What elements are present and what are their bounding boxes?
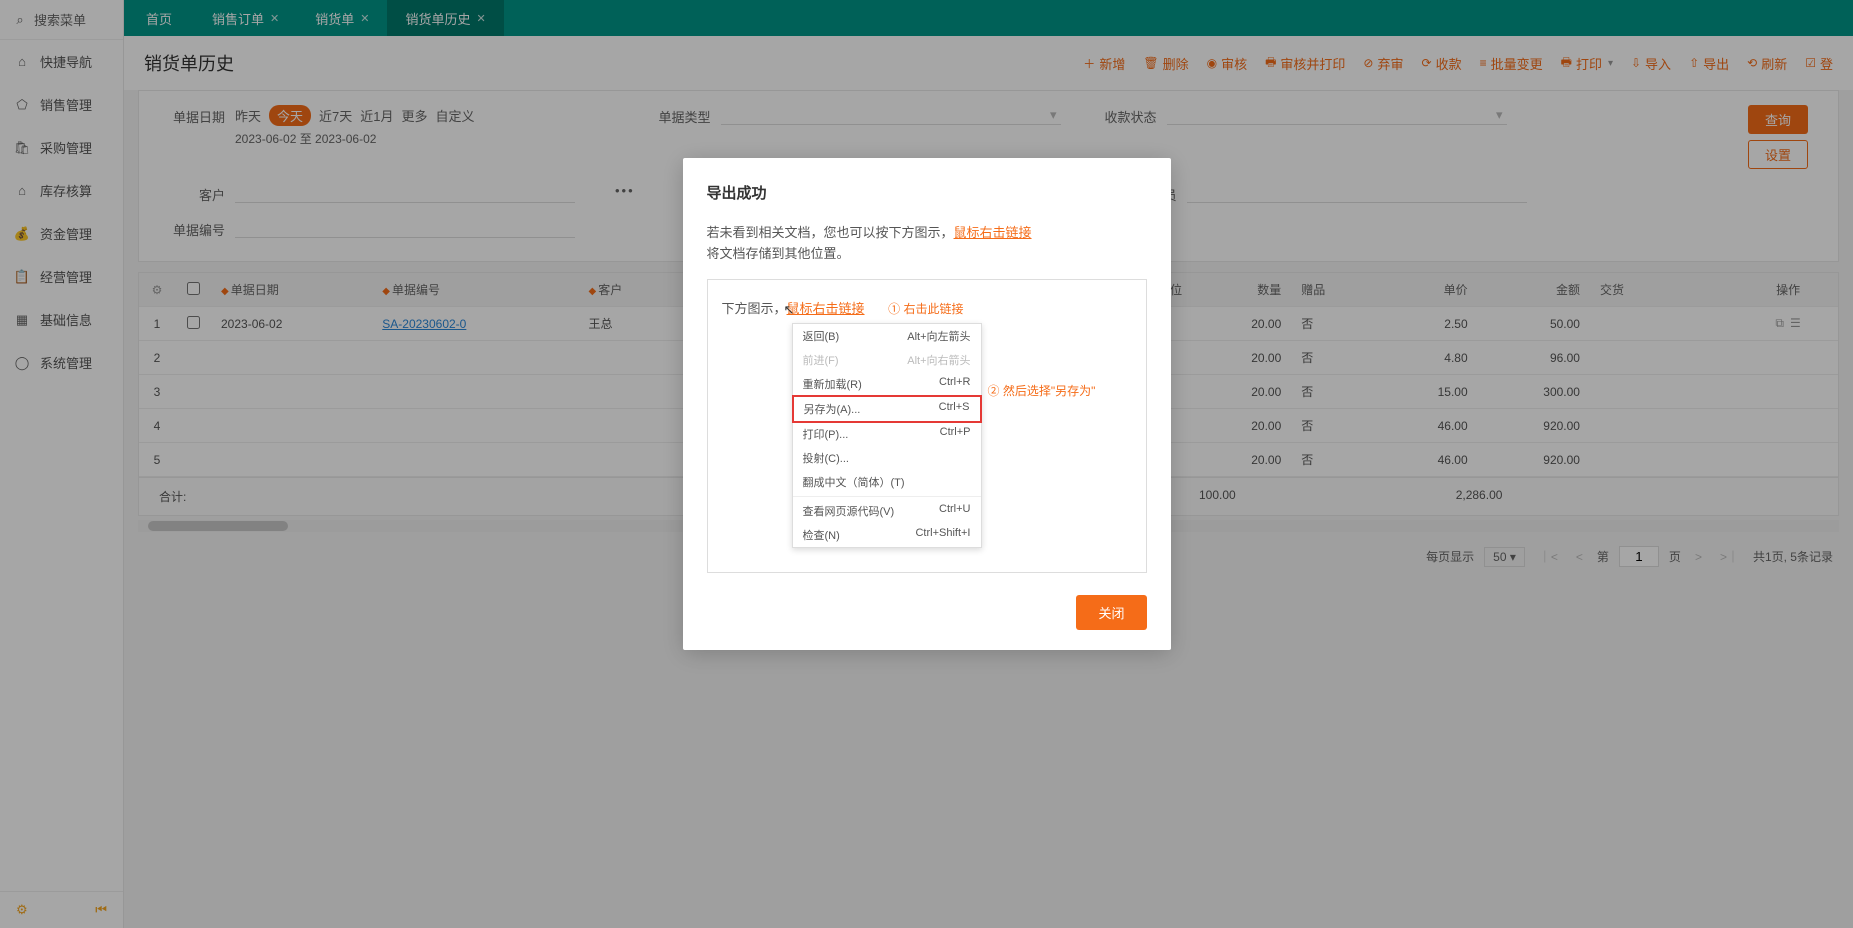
context-menu-mock: 返回(B)Alt+向左箭头前进(F)Alt+向右箭头重新加载(R)Ctrl+R另… (792, 323, 982, 548)
context-menu-item: 打印(P)...Ctrl+P (793, 422, 981, 446)
annotation-2: ② 然后选择"另存为" (988, 382, 1096, 399)
instruction-link: 鼠标右击链接 (787, 301, 865, 316)
instruction-image: 下方图示，鼠标右击链接 ① 右击此链接 ↖ 返回(B)Alt+向左箭头前进(F)… (707, 279, 1147, 573)
modal-overlay[interactable]: 导出成功 若未看到相关文档，您也可以按下方图示，鼠标右击链接 将文档存储到其他位… (0, 0, 1853, 928)
modal-text: 若未看到相关文档，您也可以按下方图示，鼠标右击链接 将文档存储到其他位置。 (707, 223, 1147, 265)
context-menu-item: 翻成中文（简体）(T) (793, 470, 981, 494)
cursor-icon: ↖ (784, 302, 795, 318)
context-menu-item: 查看网页源代码(V)Ctrl+U (793, 499, 981, 523)
annotation-1: ① 右击此链接 (888, 302, 963, 316)
context-menu-item: 返回(B)Alt+向左箭头 (793, 324, 981, 348)
context-menu-item: 检查(N)Ctrl+Shift+I (793, 523, 981, 547)
close-button[interactable]: 关闭 (1076, 595, 1146, 630)
context-menu-item: 前进(F)Alt+向右箭头 (793, 348, 981, 372)
context-menu-item: 另存为(A)...Ctrl+S (792, 395, 982, 423)
context-menu-item: 投射(C)... (793, 446, 981, 470)
modal-title: 导出成功 (707, 182, 1147, 203)
modal-link[interactable]: 鼠标右击链接 (954, 225, 1032, 240)
export-success-modal: 导出成功 若未看到相关文档，您也可以按下方图示，鼠标右击链接 将文档存储到其他位… (683, 158, 1171, 650)
context-menu-item: 重新加载(R)Ctrl+R (793, 372, 981, 396)
